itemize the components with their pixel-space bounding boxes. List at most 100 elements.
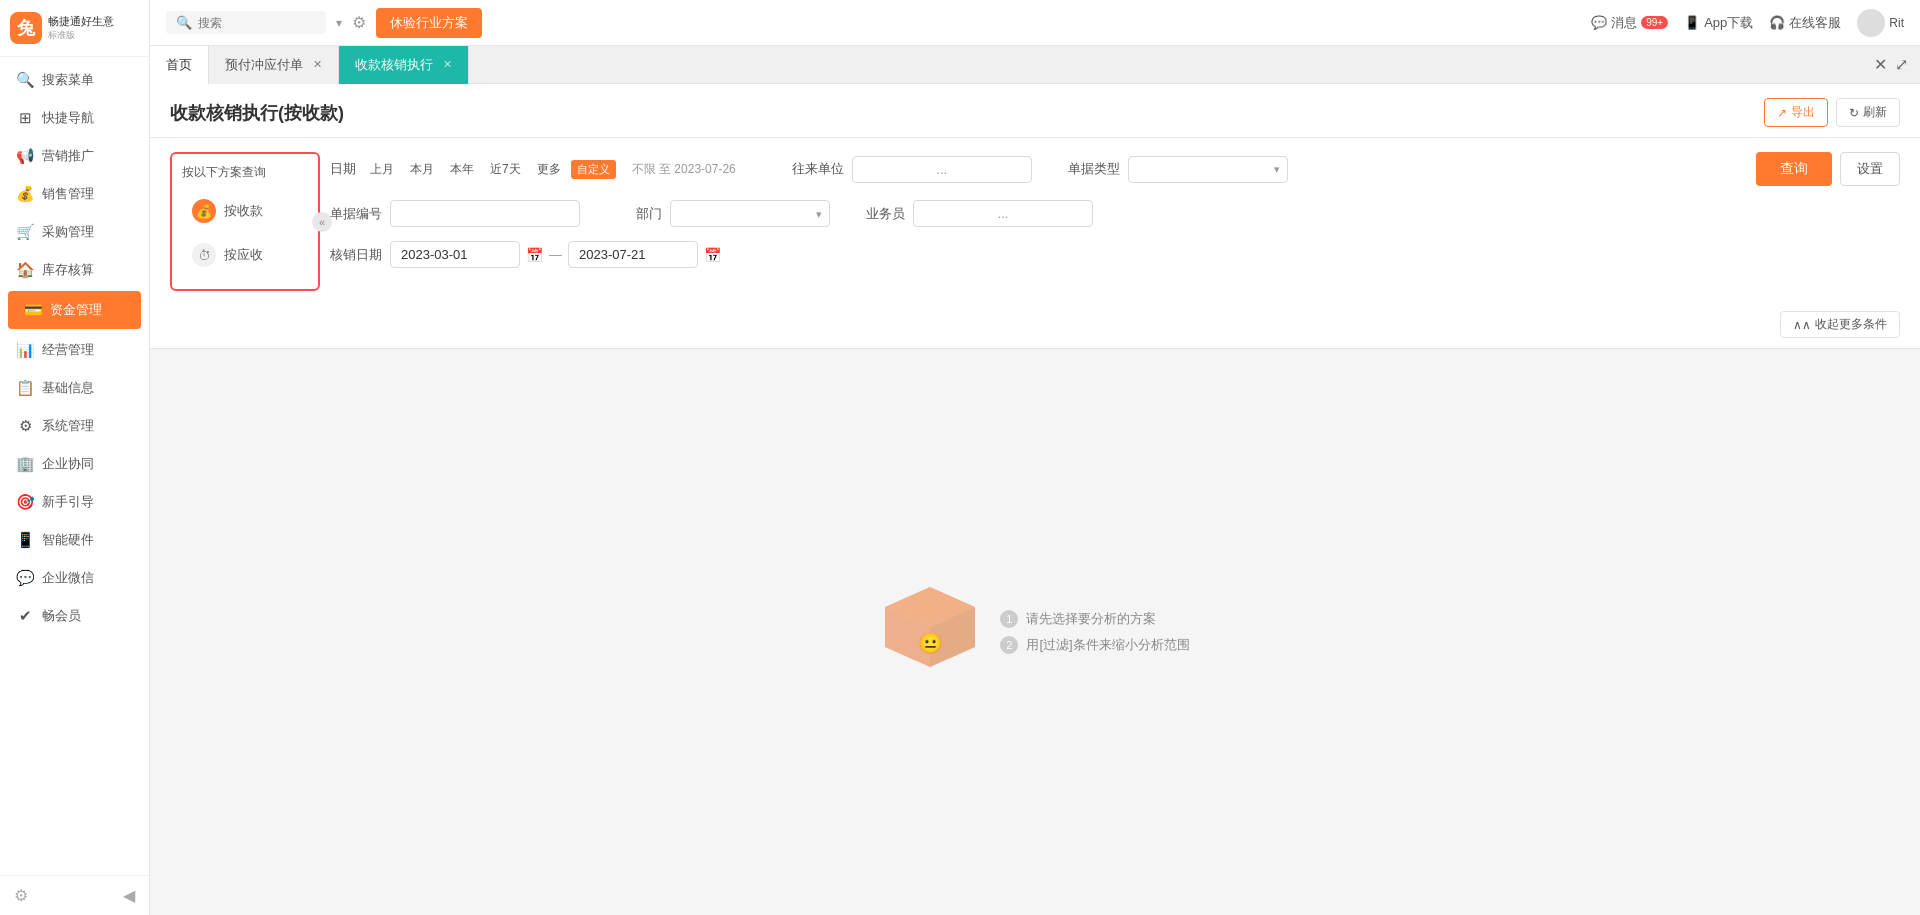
newbie-icon: 🎯 [16,493,34,511]
page-actions: ↗ 导出 ↻ 刷新 [1764,98,1900,127]
page-header: 收款核销执行(按收款) ↗ 导出 ↻ 刷新 [150,84,1920,138]
export-icon: ↗ [1777,106,1787,120]
svg-text:😐: 😐 [918,631,943,655]
date-more[interactable]: 更多 [531,159,567,180]
receipt-icon: 💰 [192,199,216,223]
filter-date-field: 日期 上月 本月 本年 近7天 更多 自定义 [330,159,616,180]
search-icon: 🔍 [176,15,192,30]
date-7days[interactable]: 近7天 [484,159,527,180]
staff-input[interactable]: ... [913,200,1093,227]
filter-row-1: 日期 上月 本月 本年 近7天 更多 自定义 不限 至 2023-07-26 [330,152,1900,186]
close-receipt-icon[interactable]: ✕ [443,58,452,71]
sidebar-item-marketing[interactable]: 📢 营销推广 [0,137,149,175]
finance-icon: 💳 [24,301,42,319]
tab-prepay[interactable]: 预付冲应付单 ✕ [209,46,339,84]
sidebar-item-quicknav[interactable]: ⊞ 快捷导航 [0,99,149,137]
sidebar-item-operation[interactable]: 📊 经营管理 [0,331,149,369]
message-button[interactable]: 💬 消息 99+ [1591,14,1668,32]
sidebar-item-newbie[interactable]: 🎯 新手引导 [0,483,149,521]
collapse-conditions-button[interactable]: ∧∧ 收起更多条件 [1780,311,1900,338]
app-download-button[interactable]: 📱 App下载 [1684,14,1753,32]
online-service-button[interactable]: 🎧 在线客服 [1769,14,1841,32]
sidebar-settings-icon[interactable]: ⚙ [14,886,28,905]
close-all-tabs-icon[interactable]: ✕ [1874,55,1887,74]
empty-hint-1: 1 请先选择要分析的方案 [1000,610,1189,628]
topbar-right: 💬 消息 99+ 📱 App下载 🎧 在线客服 Rit [1591,9,1904,37]
query-by-receivable[interactable]: ⏱ 按应收 [182,235,308,275]
sidebar-item-enterprise[interactable]: 🏢 企业协同 [0,445,149,483]
main-content: 🔍 ▾ ⚙ 休验行业方案 💬 消息 99+ 📱 App下载 🎧 在线客服 Rit [150,0,1920,915]
empty-hint-2: 2 用[过滤]条件来缩小分析范围 [1000,636,1189,654]
sidebar-item-member[interactable]: ✔ 畅会员 [0,597,149,635]
tabbar: 首页 预付冲应付单 ✕ 收款核销执行 ✕ ✕ ⤢ [150,46,1920,84]
query-by-receipt[interactable]: 💰 按收款 [182,191,308,231]
headset-icon: 🎧 [1769,15,1785,30]
partner-label: 往来单位 [792,160,844,178]
member-icon: ✔ [16,607,34,625]
logo-text: 畅捷通好生意 [48,14,114,28]
topbar-gear-icon[interactable]: ⚙ [352,13,366,32]
calendar-end-icon[interactable]: 📅 [704,247,721,263]
tab-receipt[interactable]: 收款核销执行 ✕ [339,46,469,84]
topbar-chevron-icon[interactable]: ▾ [336,16,342,30]
verifydate-start[interactable] [390,241,520,268]
sidebar-item-purchase[interactable]: 🛒 采购管理 [0,213,149,251]
expand-tabs-icon[interactable]: ⤢ [1895,55,1908,74]
date-label: 日期 [330,160,356,178]
date-this-month[interactable]: 本月 [404,159,440,180]
calendar-start-icon[interactable]: 📅 [526,247,543,263]
export-button[interactable]: ↗ 导出 [1764,98,1828,127]
sidebar-item-basicinfo[interactable]: 📋 基础信息 [0,369,149,407]
avatar [1857,9,1885,37]
enterprise-icon: 🏢 [16,455,34,473]
search-input[interactable] [198,16,298,30]
user-profile[interactable]: Rit [1857,9,1904,37]
close-prepay-icon[interactable]: ✕ [313,58,322,71]
date-range-hint: 不限 至 2023-07-26 [632,161,736,178]
empty-box-svg: 😐 [880,582,980,672]
date-shortcuts: 上月 本月 本年 近7天 更多 自定义 [364,159,616,180]
sidebar-collapse-icon[interactable]: ◀ [123,886,135,905]
empty-illustration: 😐 [880,582,980,682]
wechat-icon: 💬 [16,569,34,587]
dept-select[interactable] [670,200,830,227]
date-separator: — [549,247,562,262]
sidebar-item-finance[interactable]: 💳 资金管理 [8,291,141,329]
sidebar-item-inventory[interactable]: 🏠 库存核算 [0,251,149,289]
date-this-year[interactable]: 本年 [444,159,480,180]
sidebar-item-wechat[interactable]: 💬 企业微信 [0,559,149,597]
verifydate-end[interactable] [568,241,698,268]
doctype-select[interactable] [1128,156,1288,183]
setting-button[interactable]: 设置 [1840,152,1900,186]
docno-input[interactable] [390,200,580,227]
sidebar: 兔 畅捷通好生意 标准版 🔍 搜索菜单 ⊞ 快捷导航 📢 营销推广 💰 销售管理… [0,0,150,915]
query-panel: 按以下方案查询 💰 按收款 ⏱ 按应收 « [170,152,320,291]
hint-num-1: 1 [1000,610,1018,628]
partner-input[interactable]: ... [852,156,1032,183]
username: Rit [1889,16,1904,30]
topbar-search-box[interactable]: 🔍 [166,11,326,34]
tab-home[interactable]: 首页 [150,46,209,84]
sidebar-logo: 兔 畅捷通好生意 标准版 [0,0,149,57]
sidebar-item-system[interactable]: ⚙ 系统管理 [0,407,149,445]
filter-section: 按以下方案查询 💰 按收款 ⏱ 按应收 « 日期 [150,138,1920,305]
hint-num-2: 2 [1000,636,1018,654]
refresh-icon: ↻ [1849,106,1859,120]
phone-icon: 📱 [1684,15,1700,30]
query-panel-collapse-icon[interactable]: « [312,212,332,232]
refresh-button[interactable]: ↻ 刷新 [1836,98,1900,127]
date-custom-badge[interactable]: 自定义 [571,160,616,179]
sidebar-item-search[interactable]: 🔍 搜索菜单 [0,61,149,99]
industry-button[interactable]: 休验行业方案 [376,8,482,38]
logo-icon: 兔 [10,12,42,44]
date-last-month[interactable]: 上月 [364,159,400,180]
staff-label: 业务员 [866,205,905,223]
filter-verifydate-field: 核销日期 📅 — 📅 [330,241,721,268]
sidebar-item-sales[interactable]: 💰 销售管理 [0,175,149,213]
sidebar-menu: 🔍 搜索菜单 ⊞ 快捷导航 📢 营销推广 💰 销售管理 🛒 采购管理 🏠 库存核… [0,57,149,875]
empty-hints: 1 请先选择要分析的方案 2 用[过滤]条件来缩小分析范围 [1000,610,1189,654]
sales-icon: 💰 [16,185,34,203]
query-button[interactable]: 查询 [1756,152,1832,186]
sidebar-item-hardware[interactable]: 📱 智能硬件 [0,521,149,559]
filter-dept-field: 部门 [636,200,830,227]
